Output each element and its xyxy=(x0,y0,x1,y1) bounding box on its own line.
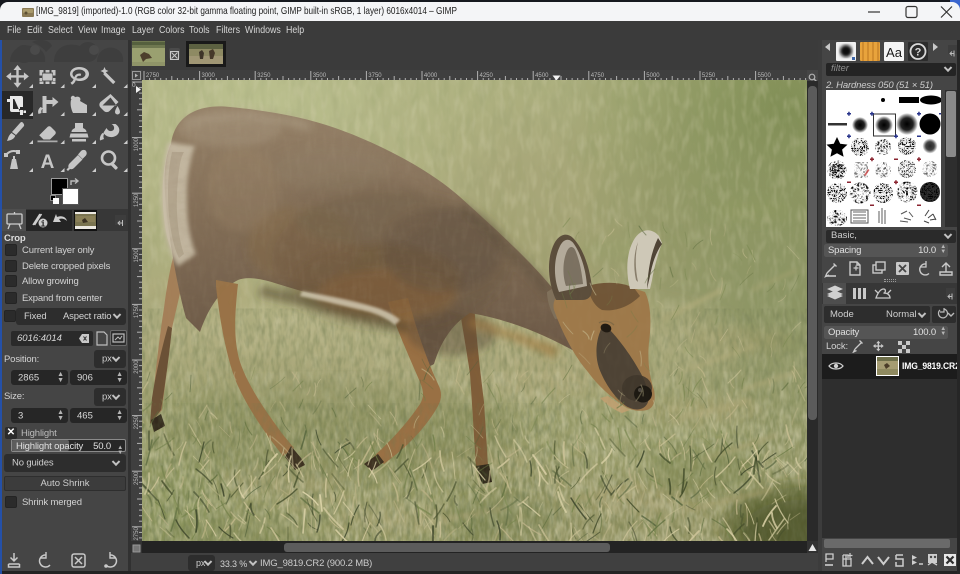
svg-text:4000: 4000 xyxy=(424,73,438,79)
svg-text:1750: 1750 xyxy=(134,304,140,318)
svg-text:1250: 1250 xyxy=(134,193,140,207)
svg-text:3250: 3250 xyxy=(257,73,271,79)
svg-text:5000: 5000 xyxy=(646,73,660,79)
svg-text:1000: 1000 xyxy=(134,137,140,151)
svg-text:A: A xyxy=(41,152,55,173)
svg-text:2000: 2000 xyxy=(134,360,140,374)
svg-text:5500: 5500 xyxy=(758,73,772,79)
svg-text:3500: 3500 xyxy=(313,73,327,79)
svg-text:2750: 2750 xyxy=(146,73,160,79)
svg-text:3000: 3000 xyxy=(202,73,216,79)
svg-text:4500: 4500 xyxy=(535,73,549,79)
svg-text:Aa: Aa xyxy=(886,45,903,60)
svg-text:4750: 4750 xyxy=(591,73,605,79)
svg-text:4250: 4250 xyxy=(480,73,494,79)
svg-text:3750: 3750 xyxy=(368,73,382,79)
svg-text:2500: 2500 xyxy=(134,471,140,485)
svg-text:2250: 2250 xyxy=(134,415,140,429)
svg-text:1500: 1500 xyxy=(134,249,140,263)
svg-text:i: i xyxy=(40,220,46,230)
svg-text:?: ? xyxy=(915,47,922,59)
svg-text:5250: 5250 xyxy=(702,73,716,79)
svg-text:0: 0 xyxy=(132,82,136,89)
svg-text:2750: 2750 xyxy=(134,527,140,541)
